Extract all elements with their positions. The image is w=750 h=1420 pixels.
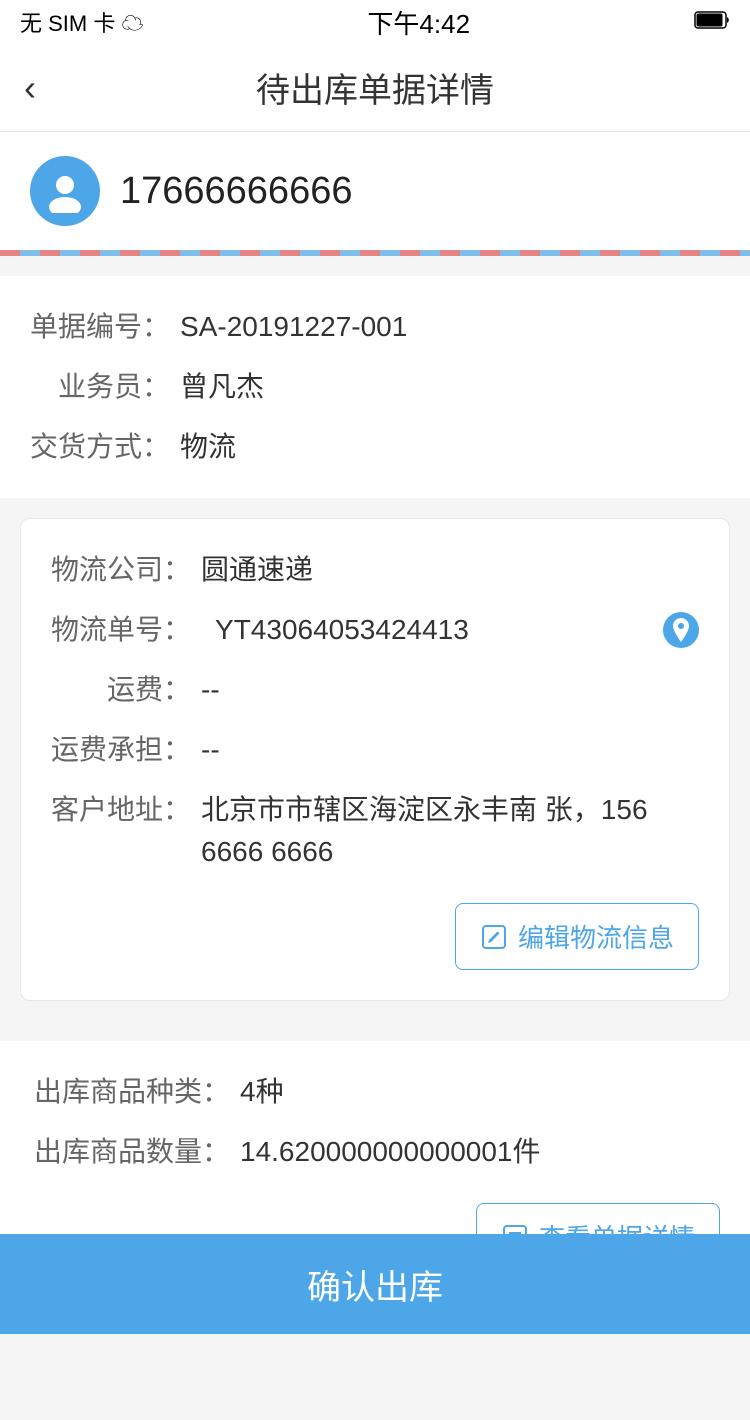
status-bar-time: 下午4:42	[367, 4, 470, 41]
product-quantity-row: 出库商品数量： 14.620000000000001件	[30, 1131, 720, 1173]
order-no-label: 单据编号：	[30, 306, 170, 348]
status-bar-right	[694, 9, 730, 35]
order-no-row: 单据编号： SA-20191227-001	[30, 306, 720, 348]
product-types-label: 出库商品种类：	[30, 1071, 230, 1113]
dashed-divider	[0, 250, 750, 256]
user-header: 17666666666	[0, 132, 750, 250]
address-label: 客户地址：	[51, 789, 191, 831]
product-quantity-label: 出库商品数量：	[30, 1131, 230, 1173]
nav-bar: ‹ 待出库单据详情	[0, 44, 750, 132]
back-button[interactable]: ‹	[24, 70, 36, 106]
confirm-outbound-button[interactable]: 确认出库	[0, 1260, 750, 1309]
logistics-company-value: 圆通速递	[201, 549, 699, 591]
tracking-row: 物流单号： YT43064053424413	[51, 609, 699, 651]
delivery-value: 物流	[180, 426, 720, 468]
freight-value: --	[201, 669, 699, 711]
separator	[0, 1001, 750, 1021]
order-info-section: 单据编号： SA-20191227-001 业务员： 曾凡杰 交货方式： 物流	[0, 276, 750, 498]
tracking-value: YT43064053424413	[215, 609, 649, 651]
address-value: 北京市市辖区海淀区永丰南 张，156 6666 6666	[201, 789, 699, 873]
address-row: 客户地址： 北京市市辖区海淀区永丰南 张，156 6666 6666	[51, 789, 699, 873]
battery-text	[694, 9, 730, 35]
no-sim-text: 无 SIM 卡 ☁	[20, 6, 143, 38]
page-title: 待出库单据详情	[256, 63, 494, 112]
freight-bearer-row: 运费承担： --	[51, 729, 699, 771]
edit-logistics-label: 编辑物流信息	[518, 918, 674, 955]
freight-bearer-label: 运费承担：	[51, 729, 191, 771]
salesperson-label: 业务员：	[30, 366, 170, 408]
order-no-value: SA-20191227-001	[180, 306, 720, 348]
edit-btn-row: 编辑物流信息	[51, 903, 699, 970]
freight-row: 运费： --	[51, 669, 699, 711]
salesperson-row: 业务员： 曾凡杰	[30, 366, 720, 408]
product-types-value: 4种	[240, 1071, 720, 1113]
location-icon[interactable]	[663, 612, 699, 648]
status-bar: 无 SIM 卡 ☁ 下午4:42	[0, 0, 750, 44]
delivery-row: 交货方式： 物流	[30, 426, 720, 468]
freight-label: 运费：	[51, 669, 191, 711]
bottom-bar: 确认出库	[0, 1234, 750, 1334]
status-bar-left: 无 SIM 卡 ☁	[20, 6, 143, 38]
logistics-section: 物流公司： 圆通速递 物流单号： YT43064053424413 运费： --…	[20, 518, 730, 1001]
edit-logistics-button[interactable]: 编辑物流信息	[455, 903, 699, 970]
product-quantity-value: 14.620000000000001件	[240, 1131, 720, 1173]
freight-bearer-value: --	[201, 729, 699, 771]
tracking-label: 物流单号：	[51, 609, 191, 651]
avatar	[30, 156, 100, 226]
salesperson-value: 曾凡杰	[180, 366, 720, 408]
logistics-company-label: 物流公司：	[51, 549, 191, 591]
user-phone: 17666666666	[120, 170, 352, 213]
delivery-label: 交货方式：	[30, 426, 170, 468]
logistics-company-row: 物流公司： 圆通速递	[51, 549, 699, 591]
product-types-row: 出库商品种类： 4种	[30, 1071, 720, 1113]
